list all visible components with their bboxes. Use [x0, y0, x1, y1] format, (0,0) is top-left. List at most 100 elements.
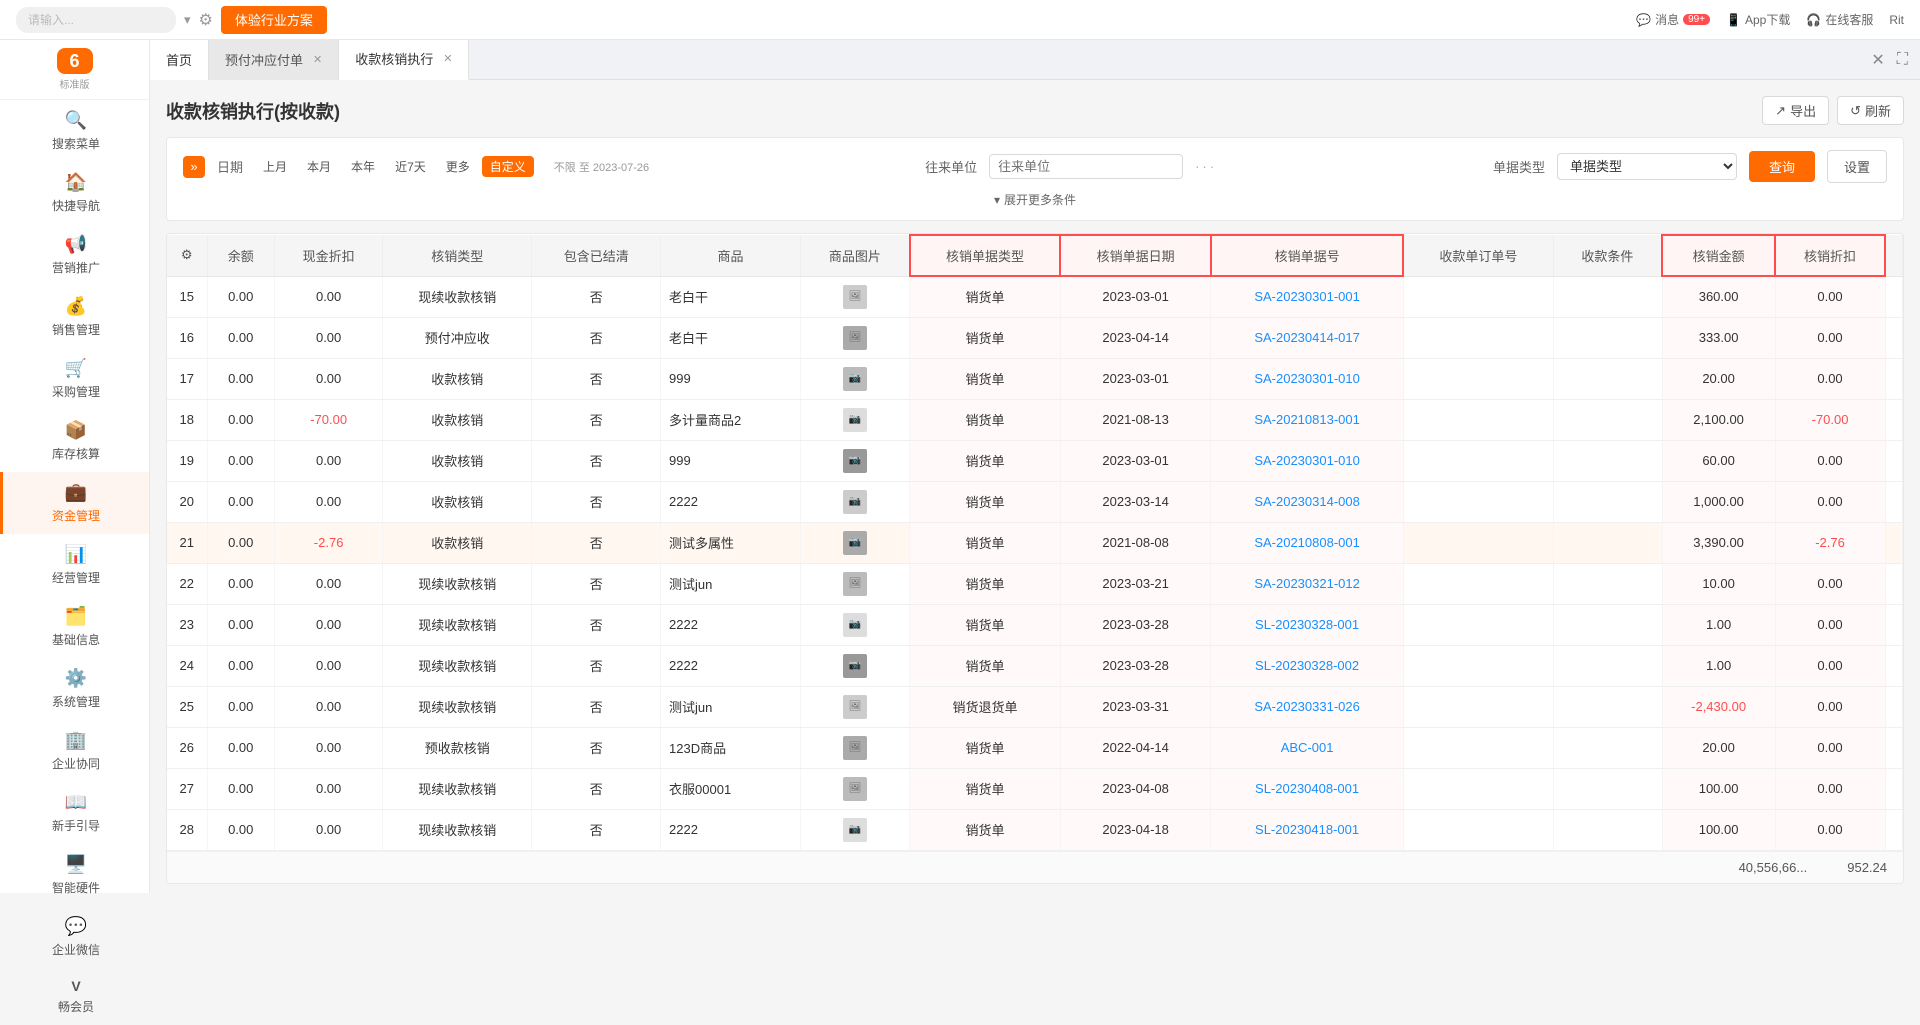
date-btn-7days[interactable]: 近7天	[387, 156, 434, 177]
sidebar-item-wechat[interactable]: 💬 企业微信	[0, 906, 149, 968]
cell-bill-no[interactable]: SA-20230414-017	[1211, 317, 1403, 358]
expand-more-button[interactable]: ▾ 展开更多条件	[994, 191, 1076, 208]
tab-prepay-close[interactable]: ✕	[313, 53, 322, 66]
sidebar-item-hardware[interactable]: 🖥️ 智能硬件	[0, 844, 149, 906]
settings-icon[interactable]: ⚙	[199, 10, 213, 30]
bill-no-link[interactable]: SA-20230331-026	[1254, 699, 1360, 714]
cell-verify-amount: 60.00	[1662, 440, 1775, 481]
cell-collection-order	[1403, 604, 1553, 645]
cell-bill-no[interactable]: SA-20210813-001	[1211, 399, 1403, 440]
date-btn-last-month[interactable]: 上月	[255, 156, 295, 177]
tab-home[interactable]: 首页	[150, 40, 209, 80]
tab-prepay[interactable]: 预付冲应付单 ✕	[209, 40, 339, 80]
cell-bill-no[interactable]: SL-20230408-001	[1211, 768, 1403, 809]
user-label[interactable]: Rit	[1889, 13, 1904, 27]
bill-no-link[interactable]: SL-20230418-001	[1255, 822, 1359, 837]
inventory-icon: 📦	[65, 420, 87, 441]
refresh-button[interactable]: ↺ 刷新	[1837, 96, 1904, 125]
bill-no-link[interactable]: SA-20210808-001	[1254, 535, 1360, 550]
cell-bill-no[interactable]: SL-20230328-002	[1211, 645, 1403, 686]
sidebar-item-basic[interactable]: 🗂️ 基础信息	[0, 596, 149, 658]
cell-bill-no[interactable]: SA-20230301-001	[1211, 276, 1403, 317]
cell-bill-no[interactable]: SA-20210808-001	[1211, 522, 1403, 563]
col-bill-date: 核销单据日期	[1060, 235, 1211, 276]
dropdown-icon[interactable]: ▾	[184, 12, 191, 28]
cell-collection-condition	[1553, 563, 1662, 604]
tab-expand-button[interactable]: ⛶	[1893, 47, 1912, 73]
bill-no-link[interactable]: ABC-001	[1281, 740, 1334, 755]
cell-verify-discount: 0.00	[1775, 809, 1885, 850]
bill-no-link[interactable]: SA-20230301-010	[1254, 453, 1360, 468]
cell-bill-type: 销货单	[910, 604, 1061, 645]
cell-verify-type: 预付冲应收	[383, 317, 532, 358]
cell-include-settled: 否	[532, 399, 661, 440]
top-search-area[interactable]: 请输入...	[16, 7, 176, 33]
sidebar-item-system[interactable]: ⚙️ 系统管理	[0, 658, 149, 720]
bill-no-link[interactable]: SA-20230301-001	[1254, 289, 1360, 304]
sidebar-item-search[interactable]: 🔍 搜索菜单	[0, 100, 149, 162]
message-area[interactable]: 💬 消息 99+	[1636, 11, 1710, 28]
sidebar-label-guide: 新手引导	[52, 817, 100, 834]
bill-no-link[interactable]: SL-20230408-001	[1255, 781, 1359, 796]
cell-bill-no[interactable]: SA-20230321-012	[1211, 563, 1403, 604]
setting-button[interactable]: 设置	[1827, 150, 1887, 183]
marketing-icon: 📢	[65, 234, 87, 255]
bill-no-link[interactable]: SA-20210813-001	[1254, 412, 1360, 427]
bill-no-link[interactable]: SL-20230328-001	[1255, 617, 1359, 632]
cell-bill-date: 2023-03-31	[1060, 686, 1211, 727]
cell-product: 2222	[661, 645, 801, 686]
date-btn-this-year[interactable]: 本年	[343, 156, 383, 177]
cell-bill-no[interactable]: SL-20230328-001	[1211, 604, 1403, 645]
sidebar-item-finance[interactable]: 💼 资金管理	[0, 472, 149, 534]
sidebar-item-quick[interactable]: 🏠 快捷导航	[0, 162, 149, 224]
date-btn-more[interactable]: 更多	[438, 156, 478, 177]
date-btn-this-month[interactable]: 本月	[299, 156, 339, 177]
filter-expand-arrow[interactable]: »	[183, 156, 205, 178]
tab-close-button[interactable]: ✕	[1867, 46, 1888, 74]
sidebar-item-operation[interactable]: 📊 经营管理	[0, 534, 149, 596]
sidebar-item-marketing[interactable]: 📢 营销推广	[0, 224, 149, 286]
sidebar-label-operation: 经营管理	[52, 569, 100, 586]
bill-no-link[interactable]: SA-20230301-010	[1254, 371, 1360, 386]
bill-no-link[interactable]: SL-20230328-002	[1255, 658, 1359, 673]
cell-product-img: 🖼	[801, 686, 910, 727]
sidebar-item-inventory[interactable]: 📦 库存核算	[0, 410, 149, 472]
export-button[interactable]: ↗ 导出	[1762, 96, 1829, 125]
app-download-area[interactable]: 📱 App下载	[1726, 11, 1790, 28]
table-row: 19 0.00 0.00 收款核销 否 999 📷 销货单 2023-03-01…	[167, 440, 1903, 481]
bill-type-select[interactable]: 单据类型	[1557, 153, 1737, 180]
cell-bill-no[interactable]: SA-20230301-010	[1211, 440, 1403, 481]
cell-bill-no[interactable]: SA-20230314-008	[1211, 481, 1403, 522]
cell-collection-condition	[1553, 440, 1662, 481]
bill-no-link[interactable]: SA-20230414-017	[1254, 330, 1360, 345]
cell-product: 999	[661, 440, 801, 481]
cell-include-settled: 否	[532, 809, 661, 850]
table-footer: 40,556,66... 952.24	[167, 851, 1903, 883]
industry-plan-button[interactable]: 体验行业方案	[221, 6, 327, 34]
cell-no: 15	[167, 276, 207, 317]
dots-icon[interactable]: ···	[1195, 159, 1217, 174]
bill-no-link[interactable]: SA-20230314-008	[1254, 494, 1360, 509]
sidebar-item-purchase[interactable]: 🛒 采购管理	[0, 348, 149, 410]
cell-scrollbar	[1885, 604, 1903, 645]
cell-bill-no[interactable]: SA-20230331-026	[1211, 686, 1403, 727]
from-unit-input[interactable]	[989, 154, 1183, 179]
sidebar-item-sales[interactable]: 💰 销售管理	[0, 286, 149, 348]
query-button[interactable]: 查询	[1749, 151, 1815, 182]
cell-bill-no[interactable]: SA-20230301-010	[1211, 358, 1403, 399]
tab-collection-close[interactable]: ✕	[443, 52, 452, 65]
sidebar-item-corp[interactable]: 🏢 企业协同	[0, 720, 149, 782]
cell-bill-no[interactable]: SL-20230418-001	[1211, 809, 1403, 850]
cell-bill-type: 销货单	[910, 481, 1061, 522]
cell-scrollbar	[1885, 809, 1903, 850]
cell-verify-amount: 360.00	[1662, 276, 1775, 317]
tab-collection[interactable]: 收款核销执行 ✕	[339, 40, 469, 80]
bill-no-link[interactable]: SA-20230321-012	[1254, 576, 1360, 591]
cell-collection-condition	[1553, 686, 1662, 727]
cell-bill-no[interactable]: ABC-001	[1211, 727, 1403, 768]
table-row: 27 0.00 0.00 现续收款核销 否 衣服00001 🖼 销货单 2023…	[167, 768, 1903, 809]
online-service-area[interactable]: 🎧 在线客服	[1806, 11, 1873, 28]
sidebar-item-guide[interactable]: 📖 新手引导	[0, 782, 149, 844]
date-btn-custom[interactable]: 自定义	[482, 156, 534, 177]
sidebar-item-member[interactable]: V 畅会员	[0, 968, 149, 1025]
